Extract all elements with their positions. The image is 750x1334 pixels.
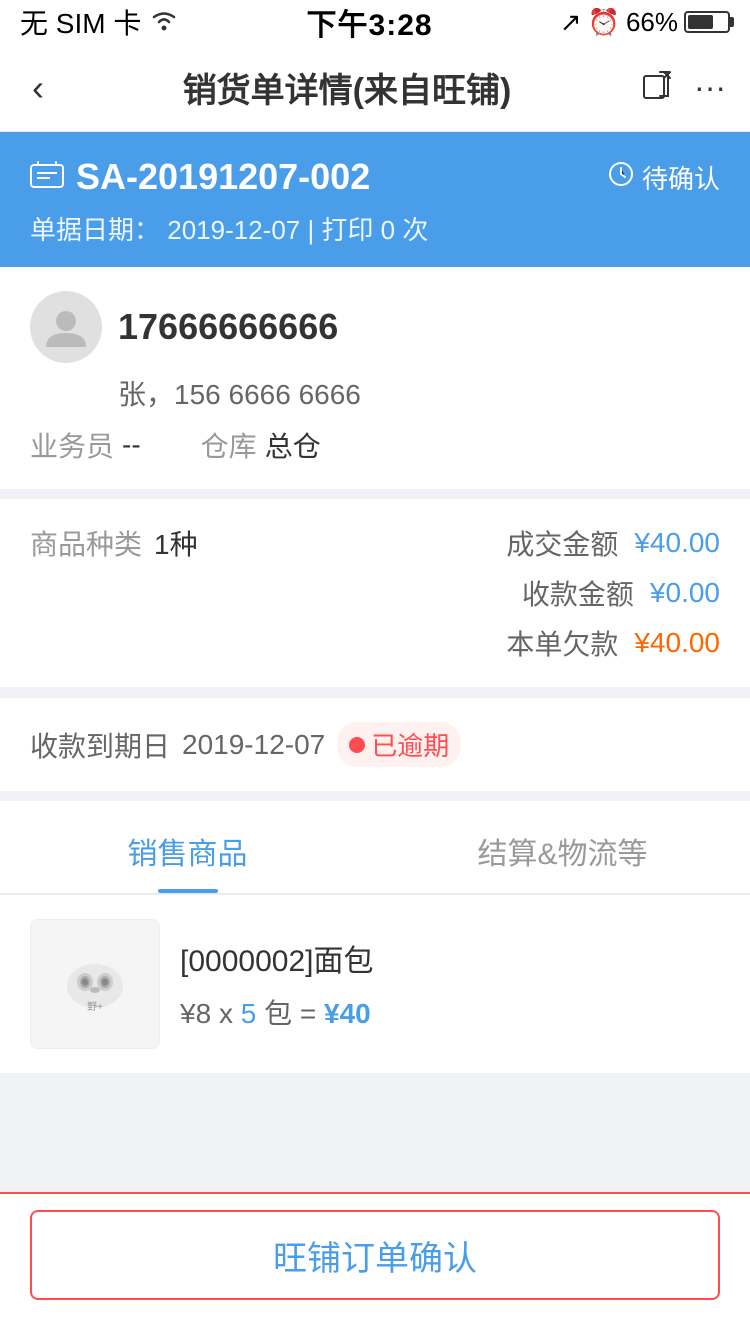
confirm-order-button[interactable]: 旺铺订单确认: [30, 1210, 720, 1300]
status-right-icons: ↗ ⏰ 66%: [560, 7, 730, 38]
product-item: 野+ [0000002]面包 ¥8 x 5 包 = ¥40: [30, 919, 720, 1049]
more-icon[interactable]: ···: [694, 69, 726, 106]
product-name: [0000002]面包: [180, 936, 720, 980]
customer-main-row: 17666666666: [30, 291, 720, 363]
carrier-text: 无 SIM 卡: [20, 2, 141, 42]
receipt-amount-row: 收款金额 ¥0.00: [522, 573, 720, 613]
nav-bar: ‹ 销货单详情(来自旺铺) ···: [0, 44, 750, 132]
owed-amount-label: 本单欠款: [506, 623, 618, 663]
overdue-text: 已逾期: [371, 726, 449, 763]
deal-amount-value: ¥40.00: [634, 527, 720, 559]
clock-icon: [608, 161, 634, 194]
order-icon: [30, 156, 64, 198]
customer-meta-row: 业务员 -- 仓库 总仓: [30, 425, 720, 465]
receipt-amount-label: 收款金额: [522, 573, 634, 613]
product-total: ¥40: [324, 998, 371, 1029]
banner-top-row: SA-20191207-002 待确认: [30, 156, 720, 198]
status-carrier: 无 SIM 卡: [20, 2, 179, 42]
amounts-group: 成交金额 ¥40.00 收款金额 ¥0.00 本单欠款 ¥40.00: [506, 523, 720, 663]
product-type-label: 商品种类: [30, 523, 142, 563]
product-section: 野+ [0000002]面包 ¥8 x 5 包 = ¥40: [0, 895, 750, 1073]
wifi-icon: [149, 6, 179, 38]
product-info: [0000002]面包 ¥8 x 5 包 = ¥40: [180, 936, 720, 1032]
share-icon[interactable]: [642, 68, 674, 108]
tabs-section: 销售商品 结算&物流等: [0, 801, 750, 894]
duedate-section: 收款到期日 2019-12-07 已逾期: [0, 697, 750, 791]
warehouse-item: 仓库 总仓: [201, 425, 321, 465]
warehouse-label: 仓库: [201, 425, 257, 465]
owed-amount-value: ¥40.00: [634, 627, 720, 659]
nav-actions: ···: [642, 68, 726, 108]
duedate-value: 2019-12-07: [182, 729, 325, 761]
avatar: [30, 291, 102, 363]
status-time: 下午3:28: [307, 0, 433, 44]
product-type-value: 1种: [154, 523, 198, 563]
warehouse-value: 总仓: [265, 425, 321, 465]
battery-percent: 66%: [626, 7, 678, 38]
status-text: 待确认: [642, 159, 720, 196]
summary-section: 商品种类 1种 成交金额 ¥40.00 收款金额 ¥0.00 本单欠款 ¥40.…: [0, 499, 750, 687]
deal-amount-label: 成交金额: [506, 523, 618, 563]
quantity-value: 5: [241, 998, 257, 1029]
product-formula: ¥8 x 5 包 = ¥40: [180, 992, 720, 1032]
salesperson-label: 业务员: [30, 425, 114, 465]
page-title: 销货单详情(来自旺铺): [183, 63, 512, 112]
salesperson-value: --: [122, 429, 141, 461]
tab-sales-products[interactable]: 销售商品: [0, 801, 375, 893]
banner-date-row: 单据日期： 2019-12-07 | 打印 0 次: [30, 210, 720, 247]
deal-amount-row: 成交金额 ¥40.00: [506, 523, 720, 563]
product-type-group: 商品种类 1种: [30, 523, 198, 563]
svg-text:野+: 野+: [87, 1001, 103, 1013]
alarm-icon: ⏰: [588, 7, 620, 38]
order-status: 待确认: [608, 159, 720, 196]
customer-name-phone: 张，156 6666 6666: [118, 373, 720, 413]
header-banner: SA-20191207-002 待确认 单据日期： 2019-12-07 | 打…: [0, 132, 750, 267]
overdue-badge: 已逾期: [337, 722, 461, 767]
order-id-row: SA-20191207-002: [30, 156, 370, 198]
overdue-dot-icon: [349, 737, 365, 753]
order-id-text: SA-20191207-002: [76, 156, 370, 198]
duedate-label: 收款到期日: [30, 725, 170, 765]
owed-amount-row: 本单欠款 ¥40.00: [506, 623, 720, 663]
customer-section: 17666666666 张，156 6666 6666 业务员 -- 仓库 总仓: [0, 267, 750, 489]
customer-phone: 17666666666: [118, 306, 338, 348]
salesperson-item: 业务员 --: [30, 425, 141, 465]
battery-icon: [684, 11, 730, 33]
product-image: 野+: [30, 919, 160, 1049]
back-button[interactable]: ‹: [24, 59, 52, 117]
status-bar: 无 SIM 卡 下午3:28 ↗ ⏰ 66%: [0, 0, 750, 44]
bottom-bar: 旺铺订单确认: [0, 1192, 750, 1334]
receipt-amount-value: ¥0.00: [650, 577, 720, 609]
location-icon: ↗: [560, 7, 582, 38]
tab-settlement[interactable]: 结算&物流等: [375, 801, 750, 893]
